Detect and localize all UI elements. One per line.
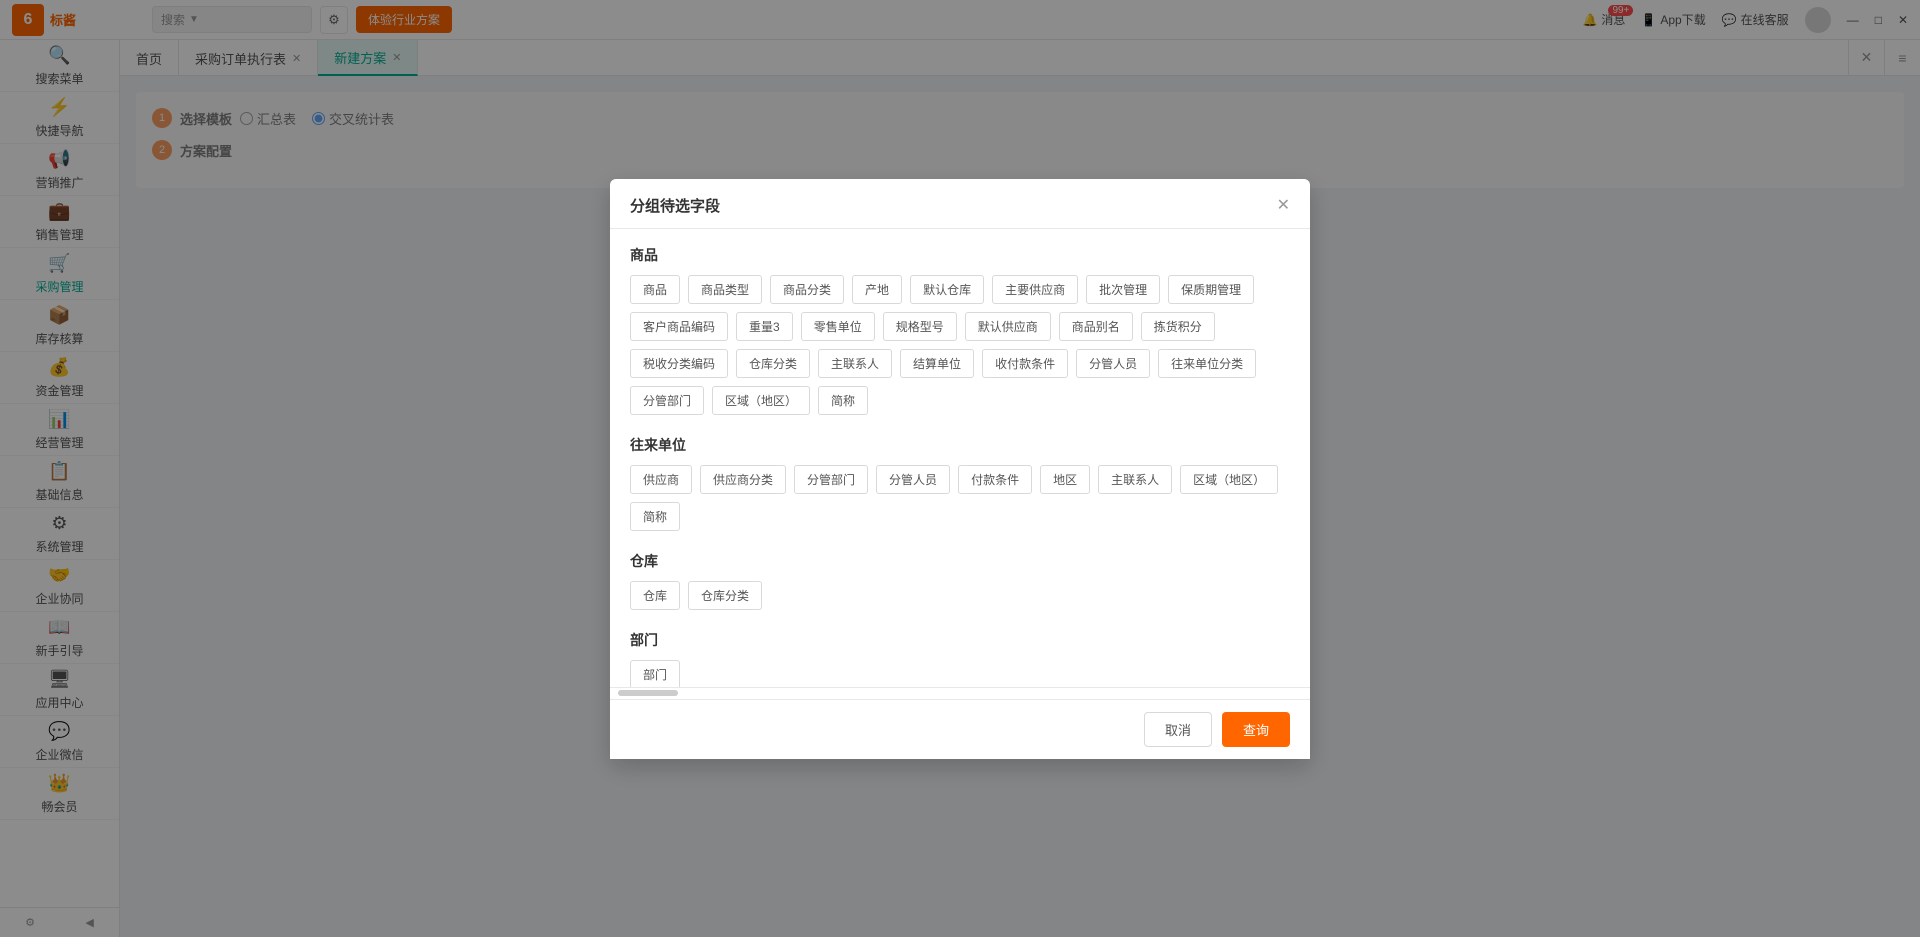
field-tag-1-3[interactable]: 分管人员	[876, 465, 950, 494]
field-tag-0-24[interactable]: 简称	[818, 386, 868, 415]
field-tag-0-5[interactable]: 主要供应商	[992, 275, 1078, 304]
modal-overlay: 分组待选字段 ✕ 商品商品商品类型商品分类产地默认仓库主要供应商批次管理保质期管…	[0, 0, 1920, 937]
field-tag-0-11[interactable]: 规格型号	[883, 312, 957, 341]
field-group-title-0: 商品	[630, 245, 1290, 265]
field-tags-1: 供应商供应商分类分管部门分管人员付款条件地区主联系人区域（地区） 简称	[630, 465, 1290, 531]
field-tag-0-12[interactable]: 默认供应商	[965, 312, 1051, 341]
field-tag-1-8[interactable]: 简称	[630, 502, 680, 531]
field-tag-0-15[interactable]: 税收分类编码	[630, 349, 728, 378]
modal-body: 商品商品商品类型商品分类产地默认仓库主要供应商批次管理保质期管理客户商品编码重量…	[610, 229, 1310, 687]
field-tag-0-19[interactable]: 收付款条件	[982, 349, 1068, 378]
modal-footer: 取消 查询	[610, 699, 1310, 759]
field-select-modal: 分组待选字段 ✕ 商品商品商品类型商品分类产地默认仓库主要供应商批次管理保质期管…	[610, 179, 1310, 759]
field-tag-1-0[interactable]: 供应商	[630, 465, 692, 494]
field-tag-1-1[interactable]: 供应商分类	[700, 465, 786, 494]
field-tags-2: 仓库仓库分类	[630, 581, 1290, 610]
field-tag-0-22[interactable]: 分管部门	[630, 386, 704, 415]
modal-header: 分组待选字段 ✕	[610, 179, 1310, 229]
modal-close-button[interactable]: ✕	[1277, 195, 1290, 215]
field-tag-0-8[interactable]: 客户商品编码	[630, 312, 728, 341]
field-tags-0: 商品商品类型商品分类产地默认仓库主要供应商批次管理保质期管理客户商品编码重量3 零…	[630, 275, 1290, 415]
field-tag-0-6[interactable]: 批次管理	[1086, 275, 1160, 304]
field-group-1: 往来单位供应商供应商分类分管部门分管人员付款条件地区主联系人区域（地区） 简称	[630, 435, 1290, 531]
modal-title: 分组待选字段	[630, 195, 720, 216]
field-tag-0-17[interactable]: 主联系人	[818, 349, 892, 378]
field-group-title-2: 仓库	[630, 551, 1290, 571]
field-tag-1-2[interactable]: 分管部门	[794, 465, 868, 494]
field-tag-0-20[interactable]: 分管人员	[1076, 349, 1150, 378]
field-group-title-3: 部门	[630, 630, 1290, 650]
field-tag-0-9[interactable]: 重量3	[736, 312, 793, 341]
field-tag-0-4[interactable]: 默认仓库	[910, 275, 984, 304]
confirm-button[interactable]: 查询	[1222, 712, 1290, 747]
field-tag-0-14[interactable]: 拣货积分	[1141, 312, 1215, 341]
field-tag-0-7[interactable]: 保质期管理	[1168, 275, 1254, 304]
field-group-3: 部门部门	[630, 630, 1290, 687]
field-tag-0-1[interactable]: 商品类型	[688, 275, 762, 304]
field-group-2: 仓库仓库仓库分类	[630, 551, 1290, 610]
field-tag-0-21[interactable]: 往来单位分类	[1158, 349, 1256, 378]
field-tag-0-18[interactable]: 结算单位	[900, 349, 974, 378]
field-tag-0-13[interactable]: 商品别名	[1059, 312, 1133, 341]
field-tag-0-2[interactable]: 商品分类	[770, 275, 844, 304]
field-group-title-1: 往来单位	[630, 435, 1290, 455]
field-tag-1-6[interactable]: 主联系人	[1098, 465, 1172, 494]
field-tag-0-23[interactable]: 区域（地区）	[712, 386, 810, 415]
field-tag-0-0[interactable]: 商品	[630, 275, 680, 304]
field-tag-0-10[interactable]: 零售单位	[801, 312, 875, 341]
field-tag-2-0[interactable]: 仓库	[630, 581, 680, 610]
field-tags-3: 部门	[630, 660, 1290, 687]
field-tag-0-16[interactable]: 仓库分类	[736, 349, 810, 378]
cancel-button[interactable]: 取消	[1144, 712, 1212, 747]
field-group-0: 商品商品商品类型商品分类产地默认仓库主要供应商批次管理保质期管理客户商品编码重量…	[630, 245, 1290, 415]
modal-horizontal-scrollbar[interactable]	[610, 687, 1310, 699]
field-tag-1-7[interactable]: 区域（地区）	[1180, 465, 1278, 494]
field-tag-1-4[interactable]: 付款条件	[958, 465, 1032, 494]
field-tag-0-3[interactable]: 产地	[852, 275, 902, 304]
field-tag-2-1[interactable]: 仓库分类	[688, 581, 762, 610]
field-tag-3-0[interactable]: 部门	[630, 660, 680, 687]
field-tag-1-5[interactable]: 地区	[1040, 465, 1090, 494]
